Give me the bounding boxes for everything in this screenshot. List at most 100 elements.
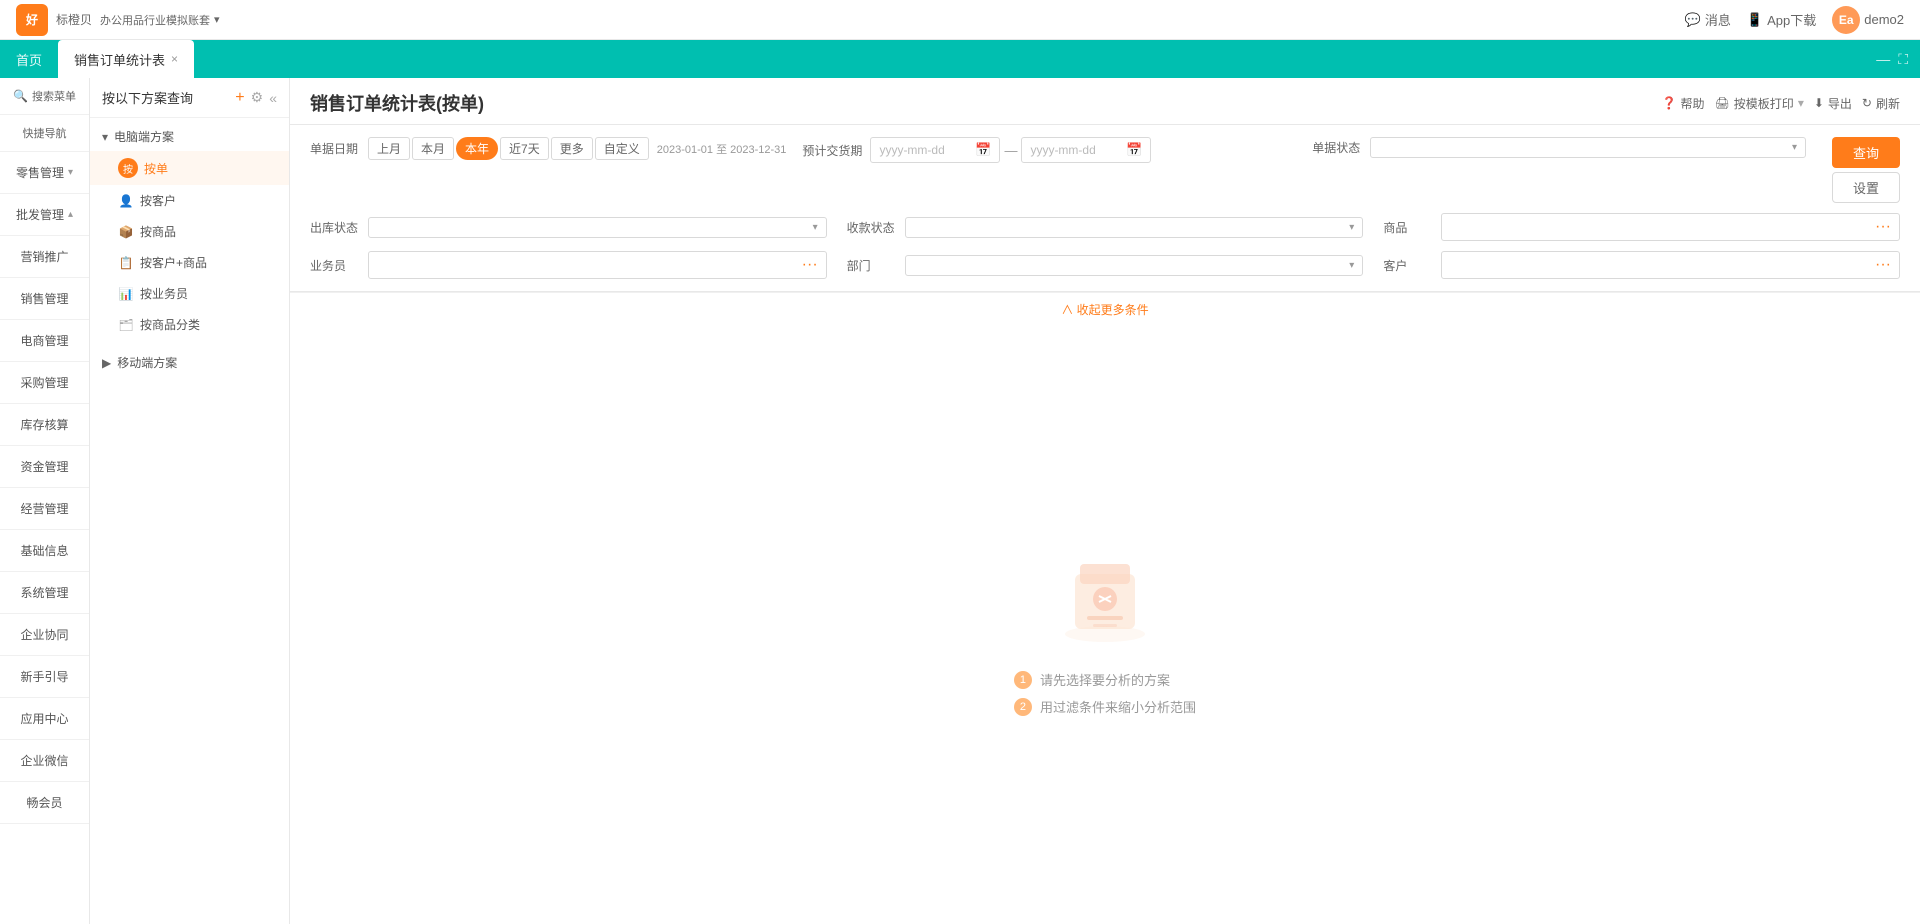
scheme-item-by-category[interactable]: 🗂 按商品分类 [90, 309, 289, 340]
date-btn-this-month[interactable]: 本月 [412, 137, 454, 160]
delivery-filter: 出库状态 ▾ [310, 213, 827, 241]
top-bar-right: 💬 消息 📱 App下载 Ea demo2 [1685, 6, 1904, 34]
content-area: 按以下方案查询 + ⚙ « ▾ 电脑端方案 按 按单 👤 按客户 [90, 78, 1920, 924]
sidebar-search[interactable]: 🔍 搜索菜单 [0, 78, 89, 115]
scheme-section-mobile-header[interactable]: ▶ 移动端方案 [90, 348, 289, 377]
add-scheme-icon[interactable]: + [235, 89, 244, 107]
sidebar-item-sales[interactable]: 销售管理 [0, 278, 89, 320]
customer-dots: ··· [1875, 256, 1891, 274]
maximize-icon[interactable]: ⛶ [1898, 51, 1908, 68]
sidebar-item-corp[interactable]: 企业协同 [0, 614, 89, 656]
empty-illustration [1045, 534, 1165, 654]
by-customer-icon: 👤 [118, 193, 134, 209]
department-arrow: ▾ [1349, 260, 1354, 271]
close-tab-icon[interactable]: × [171, 52, 178, 66]
sidebar-item-system[interactable]: 系统管理 [0, 572, 89, 614]
scheme-item-by-customer[interactable]: 👤 按客户 [90, 185, 289, 216]
collapse-scheme-icon[interactable]: « [269, 90, 277, 106]
user-profile[interactable]: Ea demo2 [1832, 6, 1904, 34]
status-select[interactable]: ▾ [1370, 137, 1806, 158]
scheme-item-by-product[interactable]: 📦 按商品 [90, 216, 289, 247]
expected-date-end[interactable]: yyyy-mm-dd 📅 [1021, 137, 1151, 163]
product-dots: ··· [1875, 218, 1891, 236]
tab-home[interactable]: 首页 [0, 40, 58, 78]
sidebar-item-finance[interactable]: 资金管理 [0, 446, 89, 488]
product-input[interactable]: ··· [1441, 213, 1900, 241]
status-label: 单据状态 [1312, 139, 1362, 156]
sidebar-item-basic[interactable]: 基础信息 [0, 530, 89, 572]
help-btn[interactable]: ❓ 帮助 [1662, 95, 1705, 112]
scheme-section-pc-header[interactable]: ▾ 电脑端方案 [90, 122, 289, 151]
salesperson-filter: 业务员 ··· [310, 251, 827, 279]
calendar-end-icon: 📅 [1126, 142, 1142, 158]
customer-filter: 客户 ··· [1383, 251, 1900, 279]
product-filter: 商品 ··· [1383, 213, 1900, 241]
salesperson-input[interactable]: ··· [368, 251, 827, 279]
scheme-section-pc: ▾ 电脑端方案 按 按单 👤 按客户 📦 按商品 📋 按客户+商品 [90, 118, 289, 344]
top-bar: 好 标橙贝 办公用品行业模拟账套 ▾ 💬 消息 📱 App下载 Ea demo2 [0, 0, 1920, 40]
department-label: 部门 [847, 257, 897, 274]
sidebar-item-operation[interactable]: 经营管理 [0, 488, 89, 530]
expected-date-label: 预计交货期 [802, 142, 862, 159]
scheme-item-by-sales[interactable]: 📊 按业务员 [90, 278, 289, 309]
date-btn-group: 上月 本月 本年 近7天 更多 自定义 [368, 137, 649, 160]
collapse-label: 收起更多条件 [1077, 303, 1149, 317]
sidebar-item-marketing[interactable]: 营销推广 [0, 236, 89, 278]
by-order-icon: 按 [118, 158, 138, 178]
app-download-btn[interactable]: 📱 App下载 [1747, 10, 1816, 29]
date-btn-last-month[interactable]: 上月 [368, 137, 410, 160]
scheme-panel-title: 按以下方案查询 [102, 88, 193, 107]
delivery-select[interactable]: ▾ [368, 217, 827, 238]
salesperson-label: 业务员 [310, 257, 360, 274]
payment-label: 收款状态 [847, 219, 897, 236]
date-btn-more[interactable]: 更多 [551, 137, 593, 160]
expected-date-start[interactable]: yyyy-mm-dd 📅 [870, 137, 1000, 163]
print-icon: 🖨 [1715, 96, 1730, 110]
customer-label: 客户 [1383, 257, 1433, 274]
retail-arrow: ▾ [68, 167, 73, 178]
empty-state: 1 请先选择要分析的方案 2 用过滤条件来缩小分析范围 [290, 326, 1920, 924]
tab-sales-order[interactable]: 销售订单统计表 × [58, 40, 194, 78]
sidebar-item-retail[interactable]: 零售管理 ▾ [0, 152, 89, 194]
query-btn[interactable]: 查询 [1832, 137, 1900, 168]
nav-tabs: 首页 销售订单统计表 × — ⛶ [0, 40, 1920, 78]
filter-area: 单据日期 上月 本月 本年 近7天 更多 自定义 2023-01-01 至 20… [290, 125, 1920, 292]
sidebar-item-purchase[interactable]: 采购管理 [0, 362, 89, 404]
minimize-icon[interactable]: — [1876, 51, 1890, 67]
main-area: 销售订单统计表(按单) ❓ 帮助 🖨 按模板打印 ▾ ⬇ 导出 [290, 78, 1920, 924]
sidebar-item-ecommerce[interactable]: 电商管理 [0, 320, 89, 362]
delivery-arrow: ▾ [813, 222, 818, 233]
sidebar-item-wholesale[interactable]: 批发管理 ▴ [0, 194, 89, 236]
date-btn-custom[interactable]: 自定义 [595, 137, 649, 160]
sidebar-item-apps[interactable]: 应用中心 [0, 698, 89, 740]
date-btn-this-year[interactable]: 本年 [456, 137, 498, 160]
scheme-item-by-order[interactable]: 按 按单 [90, 151, 289, 185]
message-btn[interactable]: 💬 消息 [1685, 10, 1731, 29]
collapse-bar[interactable]: ∧ 收起更多条件 [290, 292, 1920, 326]
logo: 好 [16, 4, 48, 36]
settings-btn[interactable]: 设置 [1832, 172, 1900, 203]
by-sales-icon: 📊 [118, 286, 134, 302]
workspace-selector[interactable]: 办公用品行业模拟账套 ▾ [100, 12, 220, 28]
refresh-btn[interactable]: ↻ 刷新 [1862, 95, 1900, 112]
status-select-arrow: ▾ [1792, 142, 1797, 153]
query-buttons: 查询 设置 [1822, 137, 1900, 203]
customer-input[interactable]: ··· [1441, 251, 1900, 279]
sidebar-item-stock[interactable]: 库存核算 [0, 404, 89, 446]
export-btn[interactable]: ⬇ 导出 [1814, 95, 1852, 112]
by-cust-prod-icon: 📋 [118, 255, 134, 271]
department-select[interactable]: ▾ [905, 255, 1364, 276]
sidebar-item-guide[interactable]: 新手引导 [0, 656, 89, 698]
scheme-item-by-cust-prod[interactable]: 📋 按客户+商品 [90, 247, 289, 278]
payment-select[interactable]: ▾ [905, 217, 1364, 238]
workspace-label: 办公用品行业模拟账套 [100, 12, 210, 28]
sidebar-item-wechat[interactable]: 企业微信 [0, 740, 89, 782]
sidebar-item-vip[interactable]: 畅会员 [0, 782, 89, 824]
settings-scheme-icon[interactable]: ⚙ [251, 89, 264, 106]
scheme-panel-header: 按以下方案查询 + ⚙ « [90, 78, 289, 118]
sidebar-nav[interactable]: 快捷导航 [0, 115, 89, 152]
date-btn-7days[interactable]: 近7天 [500, 137, 549, 160]
window-controls: — ⛶ [1876, 51, 1920, 68]
print-btn[interactable]: 🖨 按模板打印 ▾ [1715, 95, 1804, 112]
date-label: 单据日期 [310, 140, 360, 157]
